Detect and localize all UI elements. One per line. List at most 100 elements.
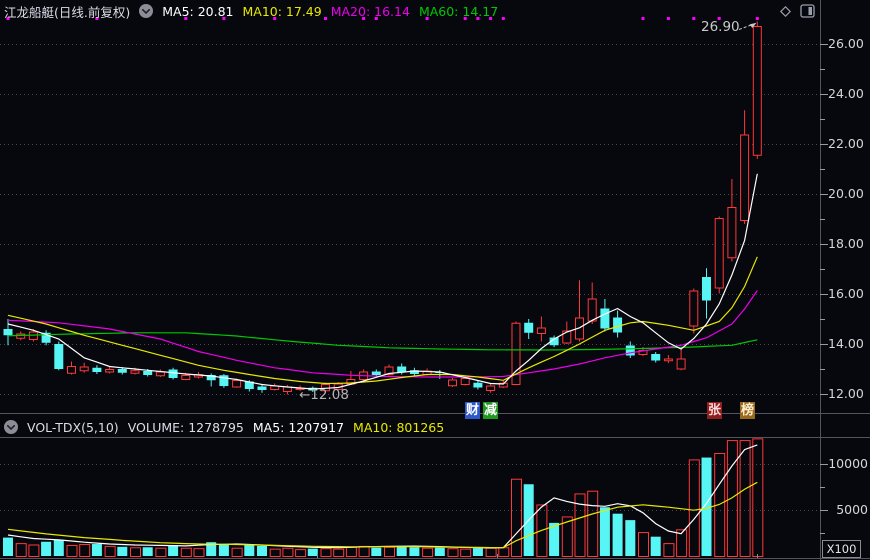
diamond-icon[interactable] <box>779 5 792 18</box>
candle <box>54 344 63 369</box>
candle <box>68 367 76 374</box>
volume-bar <box>143 547 153 556</box>
price-axis: 26.0024.0022.0020.0018.0016.0014.0012.00… <box>826 0 870 560</box>
candle <box>677 359 685 369</box>
marked-high-label: 26.90 <box>701 19 740 35</box>
volume-ma5-label: MA5: 1207917 <box>253 420 344 435</box>
volume-bar <box>727 441 737 557</box>
stock-chart-window: 江龙船艇(日线.前复权) MA5: 20.81 MA10: 17.49 MA20… <box>0 0 870 560</box>
signal-dot <box>667 17 670 20</box>
volume-bar <box>131 548 141 557</box>
candle <box>741 135 749 221</box>
volume-bar <box>105 546 115 556</box>
ma-line <box>8 174 757 389</box>
candle <box>118 369 127 373</box>
candlestick-chart[interactable] <box>0 0 870 560</box>
volume-bar <box>473 548 483 556</box>
volume-bar <box>639 533 649 557</box>
volume-bar <box>283 548 293 556</box>
volume-bar <box>181 548 191 556</box>
candle <box>17 334 25 338</box>
candle <box>715 219 723 289</box>
candle <box>461 379 469 385</box>
ma-line <box>8 257 757 384</box>
signal-dot <box>502 17 505 20</box>
volume-bar <box>448 549 458 557</box>
price-axis-label: 18.00 <box>828 236 864 251</box>
event-badge-bang[interactable]: 榜 <box>740 402 755 419</box>
volume-bar <box>346 547 356 556</box>
volume-bar <box>257 546 267 556</box>
candle <box>4 329 13 335</box>
volume-bar <box>296 550 306 557</box>
volume-bar <box>371 548 381 556</box>
volume-bar <box>600 507 610 556</box>
volume-ma10-label: MA10: 801265 <box>353 420 444 435</box>
candle <box>258 387 267 391</box>
collapse-main-pane-button[interactable] <box>139 4 153 18</box>
ma10-value-label: MA10: 17.49 <box>243 4 322 19</box>
volume-header: VOL-TDX(5,10) VOLUME: 1278795 MA5: 12079… <box>4 419 444 435</box>
volume-bar <box>156 548 166 556</box>
volume-bar <box>740 441 750 557</box>
price-axis-label: 16.00 <box>828 286 864 301</box>
candle <box>182 376 190 380</box>
volume-bar <box>397 546 407 556</box>
volume-bar <box>588 491 598 556</box>
chevron-down-icon <box>142 9 150 14</box>
volume-bar <box>385 547 395 556</box>
volume-bar <box>423 548 433 556</box>
candle <box>92 368 101 372</box>
volume-bar <box>625 520 635 556</box>
panel-toggle-icon[interactable] <box>800 4 815 18</box>
volume-bar <box>194 549 204 557</box>
candle <box>156 372 164 376</box>
candle <box>372 372 381 376</box>
volume-axis-label: 10000 <box>826 456 868 471</box>
volume-value-label: VOLUME: 1278795 <box>128 420 244 435</box>
volume-bar <box>486 548 496 556</box>
collapse-volume-pane-button[interactable] <box>4 420 18 434</box>
volume-axis-label: 5000 <box>826 502 868 517</box>
candle <box>753 27 761 156</box>
volume-bar <box>651 537 661 556</box>
volume-bar <box>359 546 369 556</box>
candle <box>702 277 711 301</box>
event-badge-zhang[interactable]: 张 <box>707 402 722 419</box>
volume-bar <box>512 479 522 556</box>
volume-bar <box>16 544 26 557</box>
volume-bar <box>499 548 509 557</box>
chart-header: 江龙船艇(日线.前复权) MA5: 20.81 MA10: 17.49 MA20… <box>4 2 498 20</box>
candle <box>690 291 698 326</box>
volume-bar <box>308 549 318 556</box>
chart-toolbar <box>779 4 815 18</box>
volume-bar <box>67 545 77 556</box>
candle <box>449 380 457 386</box>
ma5-value-label: MA5: 20.81 <box>162 4 233 19</box>
volume-bar <box>321 549 331 557</box>
event-badge-cai[interactable]: 财 <box>465 402 480 419</box>
price-axis-label: 24.00 <box>828 86 864 101</box>
volume-indicator-label: VOL-TDX(5,10) <box>27 420 119 435</box>
signal-dot <box>756 17 759 20</box>
volume-bar <box>409 547 419 556</box>
candle <box>728 208 736 258</box>
candle <box>600 309 609 329</box>
event-badge-jian[interactable]: 减 <box>483 402 498 419</box>
candle <box>487 386 495 391</box>
volume-bar <box>41 542 51 556</box>
volume-bar <box>219 544 229 556</box>
signal-dot <box>692 17 695 20</box>
volume-scale-label: X100 <box>822 540 861 558</box>
volume-bar <box>461 549 471 556</box>
candle <box>524 323 533 333</box>
volume-bar <box>3 538 13 556</box>
candle <box>80 367 88 371</box>
candle <box>473 383 482 388</box>
volume-bar <box>54 540 64 556</box>
volume-bar <box>168 546 178 556</box>
volume-bar <box>664 544 674 557</box>
volume-bar <box>244 545 254 556</box>
volume-bar <box>270 549 280 556</box>
stock-title: 江龙船艇(日线.前复权) <box>4 2 130 21</box>
